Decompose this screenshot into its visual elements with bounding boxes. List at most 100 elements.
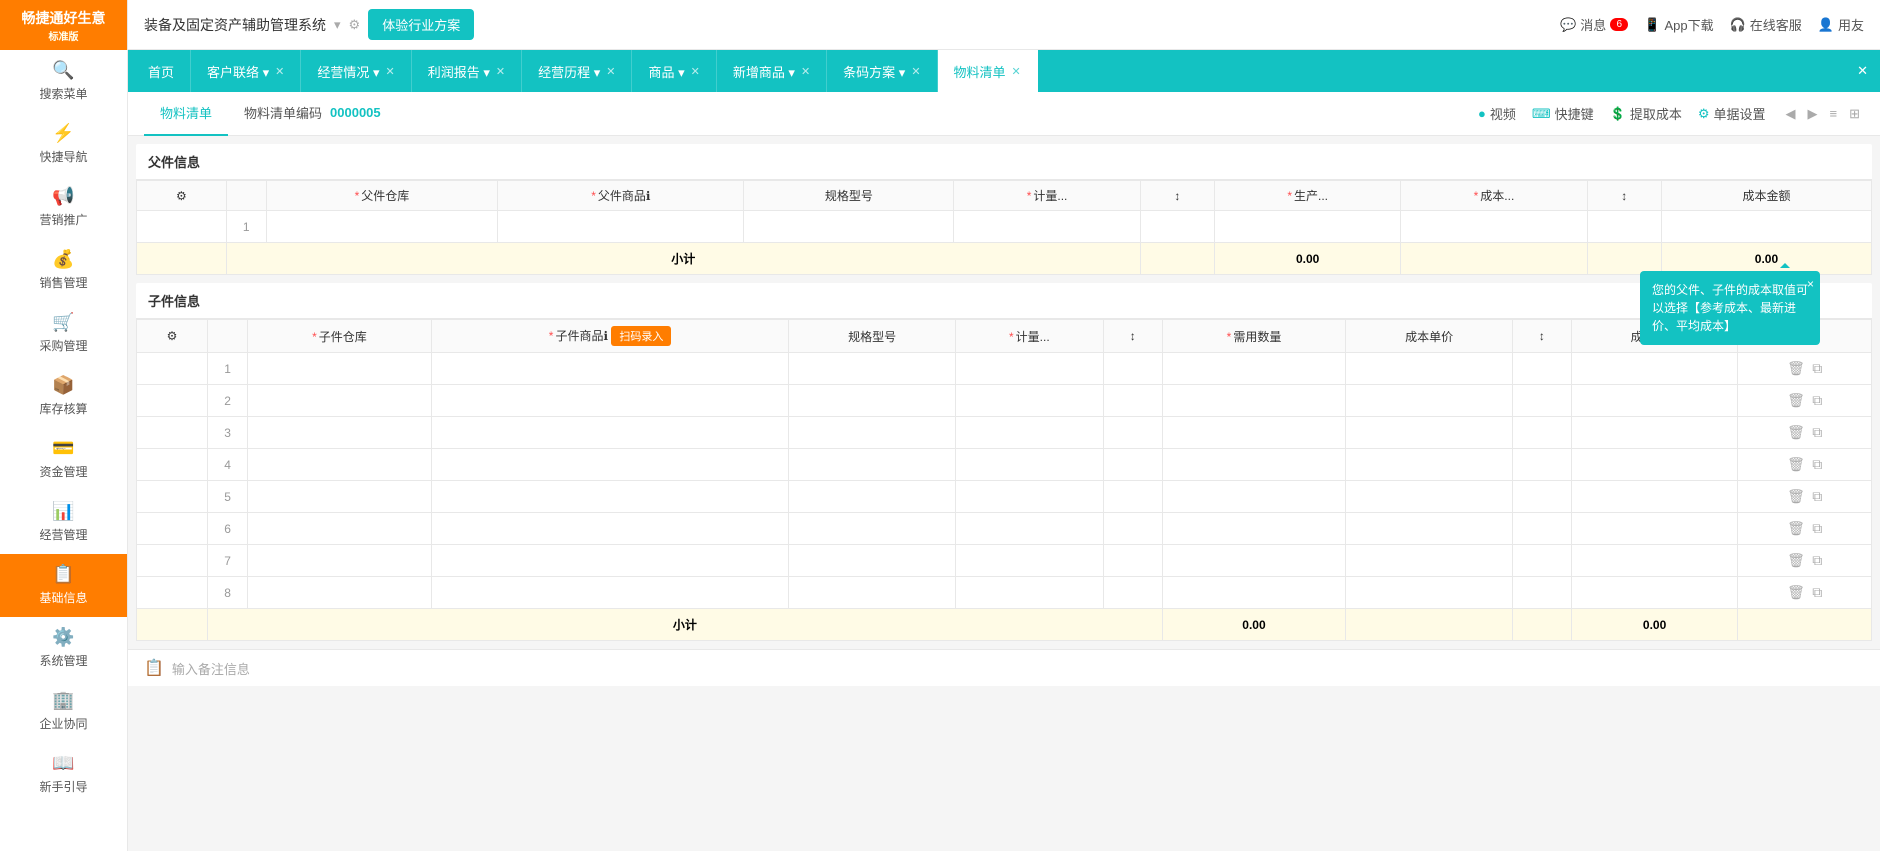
nav-tab-close-bom[interactable]: ✕ <box>1012 65 1021 78</box>
copy-icon-1[interactable]: ⧉ <box>1812 360 1822 376</box>
nav-tab-barcode[interactable]: 条码方案 ▾✕ <box>827 50 937 92</box>
child-row-warehouse-5[interactable] <box>248 481 432 513</box>
nav-tab-goods[interactable]: 商品 ▾✕ <box>632 50 716 92</box>
tooltip-close-btn[interactable]: × <box>1807 275 1814 293</box>
parent-row-unit[interactable] <box>954 211 1140 243</box>
list-view-icon[interactable]: ≡ <box>1826 104 1842 123</box>
nav-tab-home[interactable]: 首页 <box>132 50 191 92</box>
sidebar-item-search[interactable]: 🔍搜索菜单 <box>0 50 127 113</box>
child-row-goods-7[interactable] <box>431 545 789 577</box>
child-row-spec-2[interactable] <box>789 385 956 417</box>
child-row-spec-8[interactable] <box>789 577 956 609</box>
child-row-warehouse-2[interactable] <box>248 385 432 417</box>
delete-icon-8[interactable]: 🗑 <box>1787 584 1805 600</box>
prev-page-icon[interactable]: ◀ <box>1782 104 1800 124</box>
child-row-unit-cost-6[interactable] <box>1346 513 1513 545</box>
child-row-unit-3[interactable] <box>955 417 1103 449</box>
child-row-unit-5[interactable] <box>955 481 1103 513</box>
child-row-goods-5[interactable] <box>431 481 789 513</box>
sidebar-item-enterprise[interactable]: 🏢企业协同 <box>0 680 127 743</box>
child-row-warehouse-4[interactable] <box>248 449 432 481</box>
child-row-goods-2[interactable] <box>431 385 789 417</box>
child-row-goods-4[interactable] <box>431 449 789 481</box>
sidebar-item-finance[interactable]: 💳资金管理 <box>0 428 127 491</box>
child-row-unit-cost-2[interactable] <box>1346 385 1513 417</box>
message-item[interactable]: 💬 消息 6 <box>1560 15 1628 34</box>
nav-tab-customer[interactable]: 客户联络 ▾✕ <box>191 50 301 92</box>
parent-row-spec[interactable] <box>744 211 954 243</box>
copy-icon-8[interactable]: ⧉ <box>1812 584 1822 600</box>
child-row-quantity-7[interactable] <box>1162 545 1346 577</box>
child-row-quantity-1[interactable] <box>1162 353 1346 385</box>
user-item[interactable]: 👤 用友 <box>1818 15 1864 34</box>
child-row-spec-6[interactable] <box>789 513 956 545</box>
child-col-settings[interactable]: ⚙ <box>137 320 208 353</box>
sidebar-item-guide[interactable]: 📖新手引导 <box>0 743 127 806</box>
parent-col-settings[interactable]: ⚙ <box>137 181 227 211</box>
child-row-unit-7[interactable] <box>955 545 1103 577</box>
online-service-item[interactable]: 🎧 在线客服 <box>1730 15 1802 34</box>
delete-icon-2[interactable]: 🗑 <box>1787 392 1805 408</box>
child-row-goods-8[interactable] <box>431 577 789 609</box>
sidebar-item-purchase[interactable]: 🛒采购管理 <box>0 302 127 365</box>
copy-icon-6[interactable]: ⧉ <box>1812 520 1822 536</box>
sub-tab-bom-list[interactable]: 物料清单 <box>144 92 228 136</box>
delete-icon-1[interactable]: 🗑 <box>1787 360 1805 376</box>
child-row-quantity-2[interactable] <box>1162 385 1346 417</box>
child-row-goods-6[interactable] <box>431 513 789 545</box>
grid-view-icon[interactable]: ⊞ <box>1845 104 1864 124</box>
next-page-icon[interactable]: ▶ <box>1804 104 1822 124</box>
child-row-quantity-4[interactable] <box>1162 449 1346 481</box>
child-row-goods-3[interactable] <box>431 417 789 449</box>
sidebar-item-quick-nav[interactable]: ⚡快捷导航 <box>0 113 127 176</box>
sub-tab-bom-code[interactable]: 物料清单编码 0000005 <box>228 92 397 136</box>
child-row-quantity-5[interactable] <box>1162 481 1346 513</box>
nav-tab-close-barcode[interactable]: ✕ <box>911 65 920 78</box>
sidebar-item-marketing[interactable]: 📢营销推广 <box>0 176 127 239</box>
child-row-spec-1[interactable] <box>789 353 956 385</box>
child-row-spec-4[interactable] <box>789 449 956 481</box>
delete-icon-4[interactable]: 🗑 <box>1787 456 1805 472</box>
nav-tab-close-new-goods[interactable]: ✕ <box>801 65 810 78</box>
child-row-warehouse-8[interactable] <box>248 577 432 609</box>
sidebar-item-operations[interactable]: 📊经营管理 <box>0 491 127 554</box>
child-row-unit-8[interactable] <box>955 577 1103 609</box>
nav-tab-history[interactable]: 经营历程 ▾✕ <box>522 50 632 92</box>
shortcut-action[interactable]: ⌨ 快捷键 <box>1532 104 1594 123</box>
child-row-quantity-3[interactable] <box>1162 417 1346 449</box>
nav-tab-new-goods[interactable]: 新增商品 ▾✕ <box>717 50 827 92</box>
copy-icon-3[interactable]: ⧉ <box>1812 424 1822 440</box>
delete-icon-3[interactable]: 🗑 <box>1787 424 1805 440</box>
nav-tab-bom[interactable]: 物料清单✕ <box>938 50 1038 92</box>
sidebar-item-sales[interactable]: 💰销售管理 <box>0 239 127 302</box>
copy-icon-4[interactable]: ⧉ <box>1812 456 1822 472</box>
nav-tab-close-operations[interactable]: ✕ <box>386 65 395 78</box>
delete-icon-7[interactable]: 🗑 <box>1787 552 1805 568</box>
sidebar-item-basic-info[interactable]: 📋基础信息 <box>0 554 127 617</box>
sidebar-item-inventory[interactable]: 📦库存核算 <box>0 365 127 428</box>
nav-tab-close-history[interactable]: ✕ <box>606 65 615 78</box>
nav-tab-close-customer[interactable]: ✕ <box>275 65 284 78</box>
child-row-quantity-8[interactable] <box>1162 577 1346 609</box>
copy-icon-7[interactable]: ⧉ <box>1812 552 1822 568</box>
child-row-unit-cost-3[interactable] <box>1346 417 1513 449</box>
scan-button[interactable]: 扫码录入 <box>611 326 671 346</box>
note-placeholder[interactable]: 输入备注信息 <box>172 659 250 678</box>
copy-icon-2[interactable]: ⧉ <box>1812 392 1822 408</box>
parent-row-goods[interactable] <box>498 211 744 243</box>
child-row-unit-6[interactable] <box>955 513 1103 545</box>
child-row-spec-7[interactable] <box>789 545 956 577</box>
nav-tab-close-profit[interactable]: ✕ <box>496 65 505 78</box>
parent-row-warehouse[interactable] <box>266 211 498 243</box>
child-row-unit-cost-8[interactable] <box>1346 577 1513 609</box>
child-row-warehouse-3[interactable] <box>248 417 432 449</box>
child-row-warehouse-6[interactable] <box>248 513 432 545</box>
nav-tab-profit[interactable]: 利润报告 ▾✕ <box>412 50 522 92</box>
parent-row-production[interactable] <box>1215 211 1401 243</box>
dropdown-arrow-icon[interactable]: ▾ <box>334 17 341 33</box>
child-row-spec-3[interactable] <box>789 417 956 449</box>
child-row-spec-5[interactable] <box>789 481 956 513</box>
view-action[interactable]: ● 视频 <box>1478 104 1516 123</box>
child-row-unit-1[interactable] <box>955 353 1103 385</box>
child-row-warehouse-7[interactable] <box>248 545 432 577</box>
